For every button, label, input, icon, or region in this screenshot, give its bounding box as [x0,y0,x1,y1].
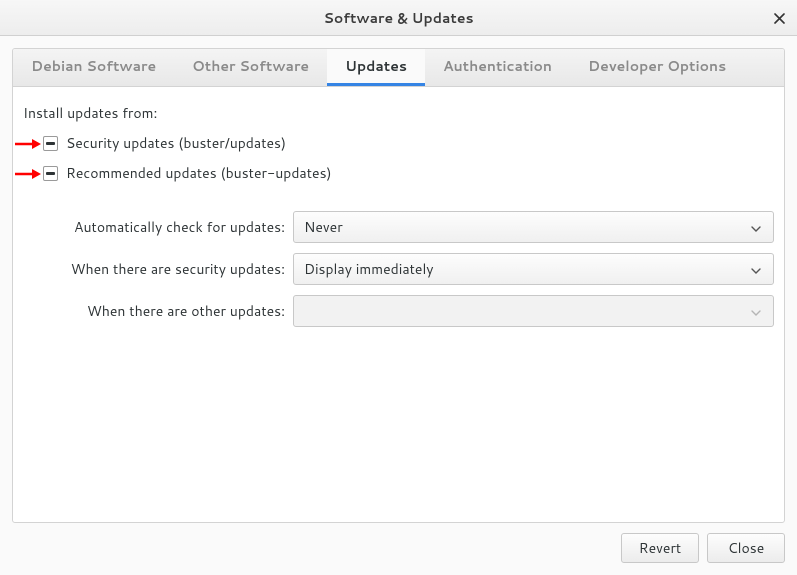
minus-icon [46,142,55,145]
auto-check-combo[interactable]: Never [293,211,774,243]
auto-check-label: Automatically check for updates: [23,217,293,237]
minus-icon [46,172,55,175]
row-security-updates: When there are security updates: Display… [23,253,774,285]
checkbox-recommended-updates[interactable] [43,166,58,181]
checkbox-label[interactable]: Recommended updates (buster-updates) [66,163,332,183]
window-title: Software & Updates [323,8,473,28]
tab-body-updates: Install updates from: Security updates (… [13,87,784,522]
other-updates-label: When there are other updates: [23,301,293,321]
close-icon[interactable] [774,0,785,36]
form-rows: Automatically check for updates: Never W… [23,211,774,327]
security-updates-combo[interactable]: Display immediately [293,253,774,285]
checkbox-security-updates[interactable] [43,136,58,151]
chevron-down-icon [751,301,761,321]
tabbar: Debian Software Other Software Updates A… [13,49,784,87]
tab-authentication[interactable]: Authentication [425,49,570,86]
chevron-down-icon [751,259,761,279]
row-auto-check: Automatically check for updates: Never [23,211,774,243]
chevron-down-icon [751,217,761,237]
combo-value: Never [304,217,343,237]
tab-developer-options[interactable]: Developer Options [570,49,744,86]
install-from-label: Install updates from: [23,103,774,123]
content-area: Debian Software Other Software Updates A… [0,36,797,575]
check-row-security-updates: Security updates (buster/updates) [43,133,774,153]
arrow-icon [15,165,41,185]
tab-updates[interactable]: Updates [327,49,425,86]
tab-other-software[interactable]: Other Software [174,49,327,86]
combo-value: Display immediately [304,259,434,279]
tab-debian-software[interactable]: Debian Software [13,49,174,86]
arrow-icon [15,135,41,155]
security-updates-label: When there are security updates: [23,259,293,279]
other-updates-combo [293,295,774,327]
dialog-footer: Revert Close [12,523,785,563]
titlebar: Software & Updates [0,0,797,36]
revert-button[interactable]: Revert [621,533,699,563]
row-other-updates: When there are other updates: [23,295,774,327]
close-button[interactable]: Close [707,533,785,563]
tabs-panel: Debian Software Other Software Updates A… [12,48,785,523]
checkbox-label[interactable]: Security updates (buster/updates) [66,133,286,153]
check-row-recommended-updates: Recommended updates (buster-updates) [43,163,774,183]
